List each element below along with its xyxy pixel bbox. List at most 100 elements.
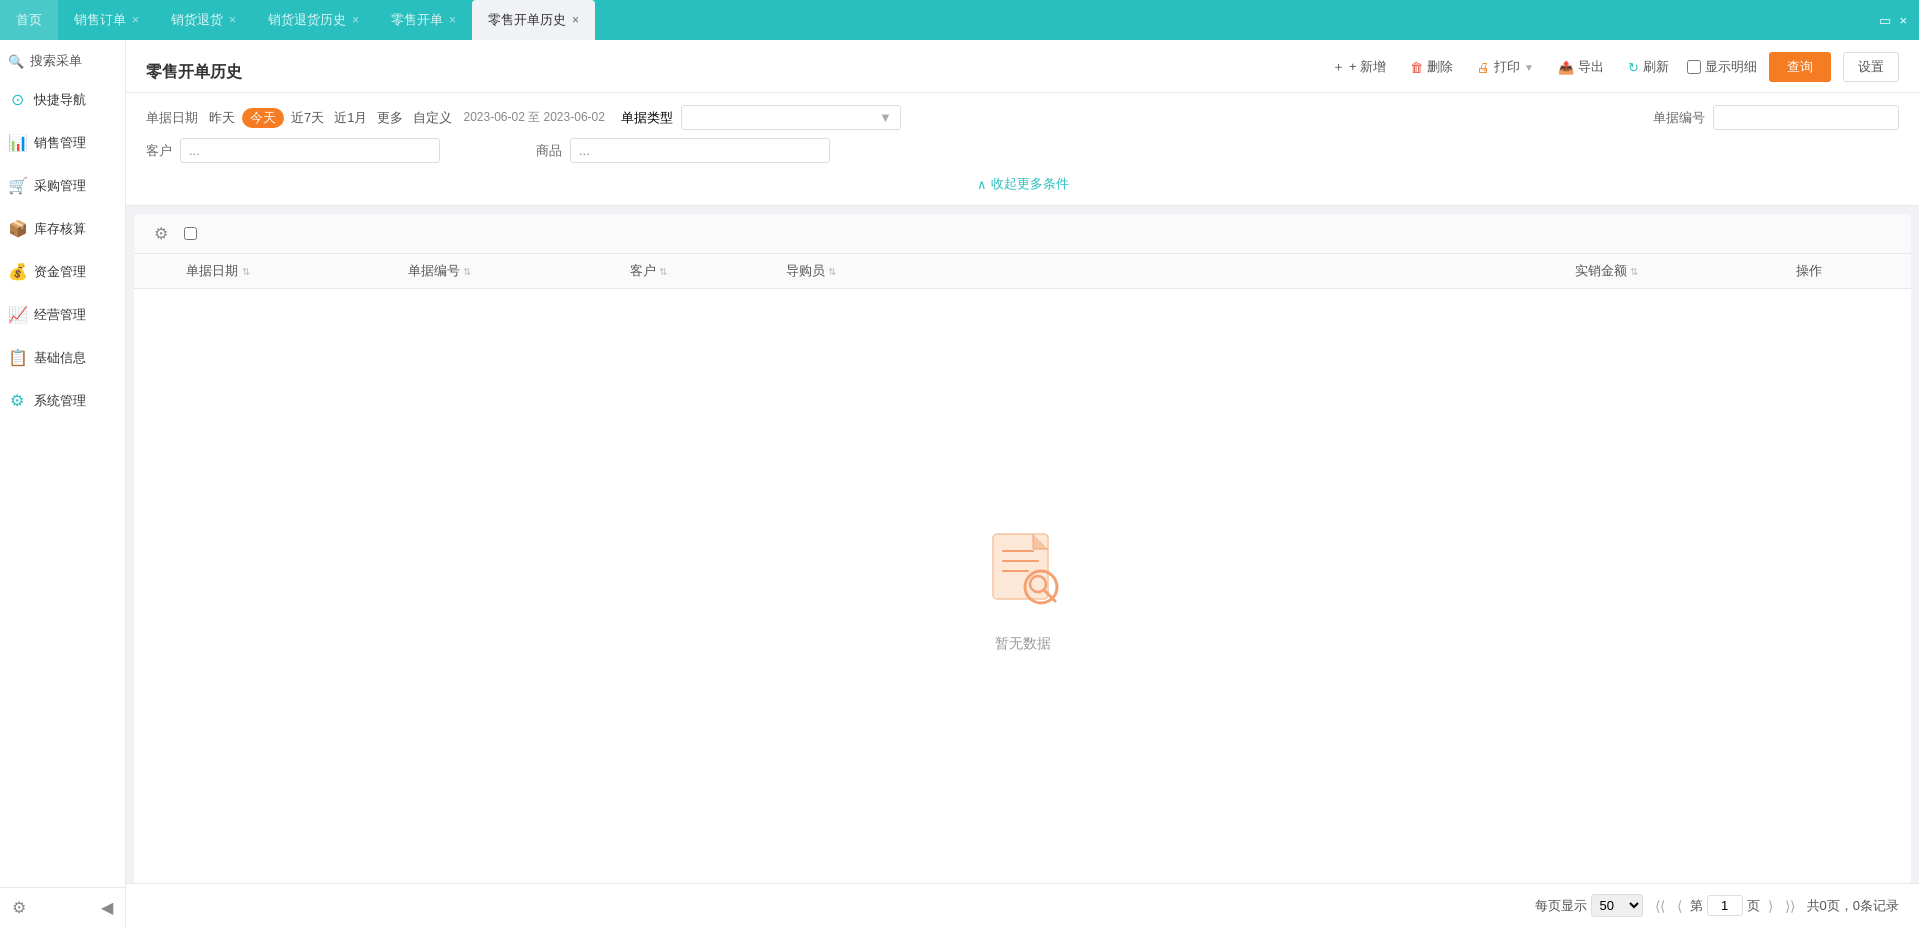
sidebar-item-finance-mgmt[interactable]: 💰 资金管理 (0, 250, 125, 293)
sidebar-search[interactable]: 🔍 搜索采单 (0, 40, 125, 78)
goods-placeholder: ... (579, 143, 590, 158)
add-button[interactable]: ＋ + 新增 (1326, 54, 1392, 80)
empty-state: 暂无数据 (134, 289, 1911, 883)
basic-info-icon: 📋 (8, 348, 26, 367)
date-1month[interactable]: 近1月 (331, 108, 370, 128)
close-tab-sales-return-history[interactable]: × (352, 13, 359, 27)
col-salesperson[interactable]: 导购员 ⇅ (774, 254, 963, 289)
finance-mgmt-icon: 💰 (8, 262, 26, 281)
tab-sales-return-history[interactable]: 销货退货历史 × (252, 0, 375, 40)
customer-placeholder: ... (189, 143, 200, 158)
close-window-btn[interactable]: × (1899, 13, 1907, 28)
tab-home[interactable]: 首页 (0, 0, 58, 40)
order-type-label: 单据类型 (621, 109, 673, 127)
close-tab-sales-order[interactable]: × (132, 13, 139, 27)
delete-icon: 🗑 (1410, 60, 1423, 75)
col-date[interactable]: 单据日期 ⇅ (174, 254, 396, 289)
col-customer[interactable]: 客户 ⇅ (618, 254, 774, 289)
per-page-select[interactable]: 50 100 200 (1591, 894, 1643, 917)
col-no[interactable]: 单据编号 ⇅ (396, 254, 618, 289)
sidebar-item-basic-info[interactable]: 📋 基础信息 (0, 336, 125, 379)
delete-button[interactable]: 🗑 删除 (1404, 54, 1459, 80)
col-amount[interactable]: 实销金额 ⇅ (1563, 254, 1785, 289)
restore-window-btn[interactable]: ▭ (1879, 13, 1891, 28)
table-container: ⚙ 单据日期 ⇅ 单据编号 ⇅ (134, 214, 1911, 883)
tab-retail-open[interactable]: 零售开单 × (375, 0, 472, 40)
sidebar-settings-icon[interactable]: ⚙ (12, 898, 26, 917)
date-field: 单据日期 昨天 今天 近7天 近1月 更多 自定义 2023-06-02 至 2… (146, 108, 605, 128)
sidebar-item-purchase-mgmt[interactable]: 🛒 采购管理 (0, 164, 125, 207)
customer-select[interactable]: ... (180, 138, 440, 163)
export-icon: 📤 (1558, 60, 1574, 75)
data-table: 单据日期 ⇅ 单据编号 ⇅ 客户 ⇅ 导购员 (134, 254, 1911, 289)
goods-field: 商品 ... (536, 138, 830, 163)
next-page-btn[interactable]: ⟩ (1764, 896, 1777, 916)
refresh-button[interactable]: ↻ 刷新 (1622, 54, 1675, 80)
sidebar-item-sales-mgmt[interactable]: 📊 销售管理 (0, 121, 125, 164)
date-yesterday[interactable]: 昨天 (206, 108, 238, 128)
setting-button[interactable]: 设置 (1843, 52, 1899, 82)
pagination-nav: ⟨⟨ ⟨ 第 页 ⟩ ⟩⟩ (1651, 895, 1799, 916)
tab-sales-order[interactable]: 销售订单 × (58, 0, 155, 40)
date-sort-icon: ⇅ (242, 266, 250, 277)
order-no-input[interactable] (1713, 105, 1899, 130)
tab-sales-return[interactable]: 销货退货 × (155, 0, 252, 40)
order-no-field: 单据编号 (1653, 105, 1899, 130)
refresh-icon: ↻ (1628, 60, 1639, 75)
quick-nav-icon: ⊙ (8, 90, 26, 109)
order-no-label: 单据编号 (1653, 109, 1705, 127)
window-controls: ▭ × (1879, 13, 1919, 28)
select-all-checkbox[interactable] (184, 227, 197, 240)
goods-label: 商品 (536, 142, 562, 160)
date-7days[interactable]: 近7天 (288, 108, 327, 128)
prev-page-btn[interactable]: ⟨ (1673, 896, 1686, 916)
date-more[interactable]: 更多 (374, 108, 406, 128)
add-icon: ＋ (1332, 58, 1345, 76)
close-tab-retail-history[interactable]: × (572, 13, 579, 27)
export-button[interactable]: 📤 导出 (1552, 54, 1610, 80)
col-check (134, 254, 174, 289)
sidebar-item-system-mgmt[interactable]: ⚙ 系统管理 (0, 379, 125, 422)
query-button[interactable]: 查询 (1769, 52, 1831, 82)
customer-sort-icon: ⇅ (659, 266, 667, 277)
print-dropdown-icon: ▼ (1524, 62, 1534, 73)
sidebar-item-quick-nav[interactable]: ⊙ 快捷导航 (0, 78, 125, 121)
close-tab-retail-open[interactable]: × (449, 13, 456, 27)
sales-mgmt-icon: 📊 (8, 133, 26, 152)
tab-retail-history[interactable]: 零售开单历史 × (472, 0, 595, 40)
display-toggle[interactable]: 显示明细 (1687, 58, 1757, 76)
top-tab-bar: 首页 销售订单 × 销货退货 × 销货退货历史 × 零售开单 × 零售开单历史 … (0, 0, 1919, 40)
first-page-btn[interactable]: ⟨⟨ (1651, 896, 1669, 916)
main-layout: 🔍 搜索采单 ⊙ 快捷导航 📊 销售管理 🛒 采购管理 📦 库存核算 💰 资金管… (0, 40, 1919, 927)
table-toolbar: ⚙ (134, 214, 1911, 254)
operations-mgmt-icon: 📈 (8, 305, 26, 324)
more-conditions-toggle[interactable]: ∧ 收起更多条件 (146, 171, 1899, 193)
date-shortcuts: 昨天 今天 近7天 近1月 更多 自定义 (206, 108, 455, 128)
close-tab-sales-return[interactable]: × (229, 13, 236, 27)
customer-field: 客户 ... (146, 138, 440, 163)
date-custom[interactable]: 自定义 (410, 108, 455, 128)
order-type-field: 单据类型 ▼ (621, 105, 1637, 130)
page-number-input[interactable] (1707, 895, 1743, 916)
sidebar-item-operations-mgmt[interactable]: 📈 经营管理 (0, 293, 125, 336)
table-header-row: 单据日期 ⇅ 单据编号 ⇅ 客户 ⇅ 导购员 (134, 254, 1911, 289)
no-sort-icon: ⇅ (463, 266, 471, 277)
last-page-btn[interactable]: ⟩⟩ (1781, 896, 1799, 916)
table-settings-icon[interactable]: ⚙ (146, 222, 176, 245)
inventory-icon: 📦 (8, 219, 26, 238)
search-area: 单据日期 昨天 今天 近7天 近1月 更多 自定义 2023-06-02 至 2… (126, 93, 1919, 206)
amount-sort-icon: ⇅ (1630, 266, 1638, 277)
empty-state-illustration (973, 519, 1073, 619)
sidebar-item-inventory[interactable]: 📦 库存核算 (0, 207, 125, 250)
collapse-icon: ∧ (977, 177, 987, 192)
system-mgmt-icon: ⚙ (8, 391, 26, 410)
date-today[interactable]: 今天 (242, 108, 284, 128)
goods-select[interactable]: ... (570, 138, 830, 163)
order-type-select[interactable]: ▼ (681, 105, 901, 130)
sidebar-collapse-icon[interactable]: ◀ (101, 898, 113, 917)
sidebar: 🔍 搜索采单 ⊙ 快捷导航 📊 销售管理 🛒 采购管理 📦 库存核算 💰 资金管… (0, 40, 126, 927)
pagination: 每页显示 50 100 200 ⟨⟨ ⟨ 第 页 ⟩ ⟩⟩ 共0页，0条记录 (126, 883, 1919, 927)
print-button[interactable]: 🖨 打印 ▼ (1471, 54, 1540, 80)
toolbar: ＋ + 新增 🗑 删除 🖨 打印 ▼ 📤 导出 ↻ (1326, 52, 1899, 92)
display-toggle-checkbox[interactable] (1687, 60, 1701, 74)
